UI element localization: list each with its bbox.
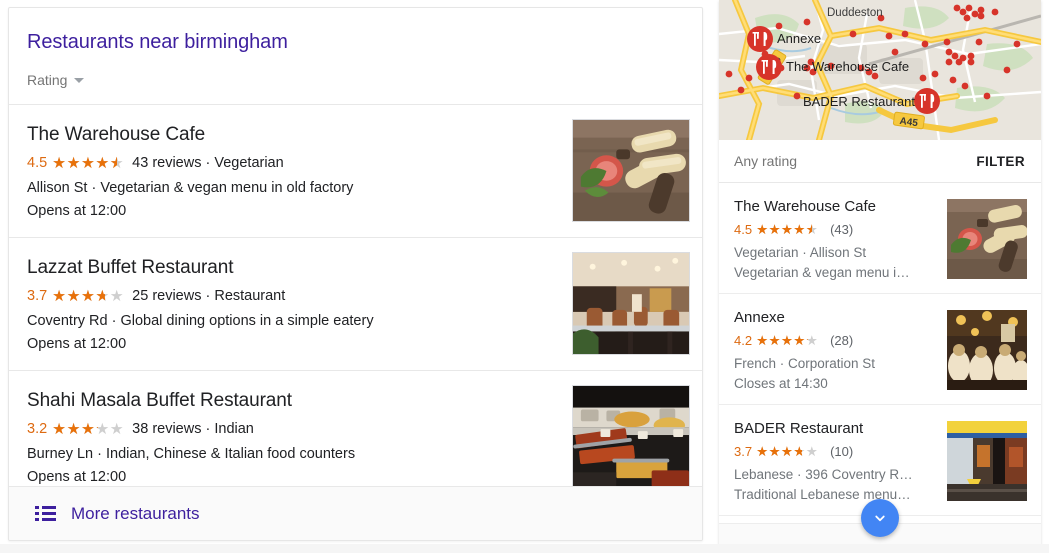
rating-value: 4.5 [734,222,753,237]
filter-button[interactable]: FILTER [976,154,1025,169]
restaurant-pin-icon [756,54,782,80]
review-count: (43) [830,222,854,237]
review-count: 43 reviews · Vegetarian [132,155,284,171]
list-icon [35,506,56,521]
review-count: (10) [830,444,854,459]
local-results-header: Restaurants near birmingham Rating [9,8,702,104]
storefront-photo [947,421,1027,501]
card-thumbnail[interactable] [947,421,1027,501]
star-rating-icon: ★★★★★ ★★★★★ [52,154,125,172]
map-panel: A456 A45 Duddeston [719,0,1041,545]
chevron-down-icon [875,515,885,522]
map-label-warehouse-cafe: The Warehouse Cafe [786,59,909,74]
rating-value: 3.2 [27,421,48,437]
page-bottom-strip [0,544,1049,553]
star-rating-icon: ★★★★★ ★★★★★ [756,444,819,460]
review-count: (28) [830,333,854,348]
more-restaurants-label: More restaurants [71,503,200,523]
chevron-down-icon [74,77,85,83]
any-rating-dropdown[interactable]: Any rating [734,153,797,169]
food-plate-photo [573,120,689,221]
map-label-bader-restaurant: BADER Restaurant [803,94,915,109]
food-plate-photo [947,199,1027,279]
star-rating-icon: ★★★★★ ★★★★★ [52,287,125,305]
list-item[interactable]: Annexe 4.2 ★★★★★ ★★★★★ (28) French · Cor… [719,294,1041,405]
map-preview[interactable]: A456 A45 Duddeston [719,0,1041,140]
card-thumbnail[interactable] [947,310,1027,390]
list-item[interactable]: The Warehouse Cafe 4.5 ★★★★★ ★★★★★ (43) … [719,183,1041,294]
listing-thumbnail[interactable] [572,119,690,222]
map-label-annexe: Annexe [777,31,821,46]
star-rating-icon: ★★★★★ ★★★★★ [52,420,125,438]
review-count: 25 reviews · Restaurant [132,288,286,304]
restaurant-crowd-photo [947,310,1027,390]
local-results-panel: Restaurants near birmingham Rating The W… [8,7,703,541]
card-thumbnail[interactable] [947,199,1027,279]
list-item[interactable]: Lazzat Buffet Restaurant 3.7 ★★★★★ ★★★★★… [9,238,702,370]
map-canvas: A456 A45 Duddeston [719,0,1041,140]
search-results-page: Restaurants near birmingham Rating The W… [0,0,1049,553]
restaurant-pin-icon [747,26,773,52]
buffet-counter-photo [573,386,689,487]
expand-results-button[interactable] [861,499,899,537]
review-count: 38 reviews · Indian [132,421,254,437]
page-title[interactable]: Restaurants near birmingham [27,30,288,54]
list-item[interactable]: The Warehouse Cafe 4.5 ★★★★★ ★★★★★ 43 re… [9,105,702,237]
listing-thumbnail[interactable] [572,252,690,355]
map-filter-bar: Any rating FILTER [719,140,1041,183]
rating-value: 3.7 [27,288,48,304]
more-restaurants-button[interactable]: More restaurants [9,486,702,540]
star-rating-icon: ★★★★★ ★★★★★ [756,333,819,349]
rating-filter-dropdown[interactable]: Rating [27,71,702,89]
restaurant-pin-icon [914,88,940,114]
restaurant-interior-photo [573,253,689,354]
rating-filter-label: Rating [27,72,68,88]
rating-value: 4.2 [734,333,753,348]
map-label-duddeston: Duddeston [827,7,883,19]
listing-thumbnail[interactable] [572,385,690,488]
rating-value: 4.5 [27,155,48,171]
list-item[interactable]: Shahi Masala Buffet Restaurant 3.2 ★★★★★… [9,371,702,503]
star-rating-icon: ★★★★★ ★★★★★ [756,222,819,238]
rating-value: 3.7 [734,444,753,459]
